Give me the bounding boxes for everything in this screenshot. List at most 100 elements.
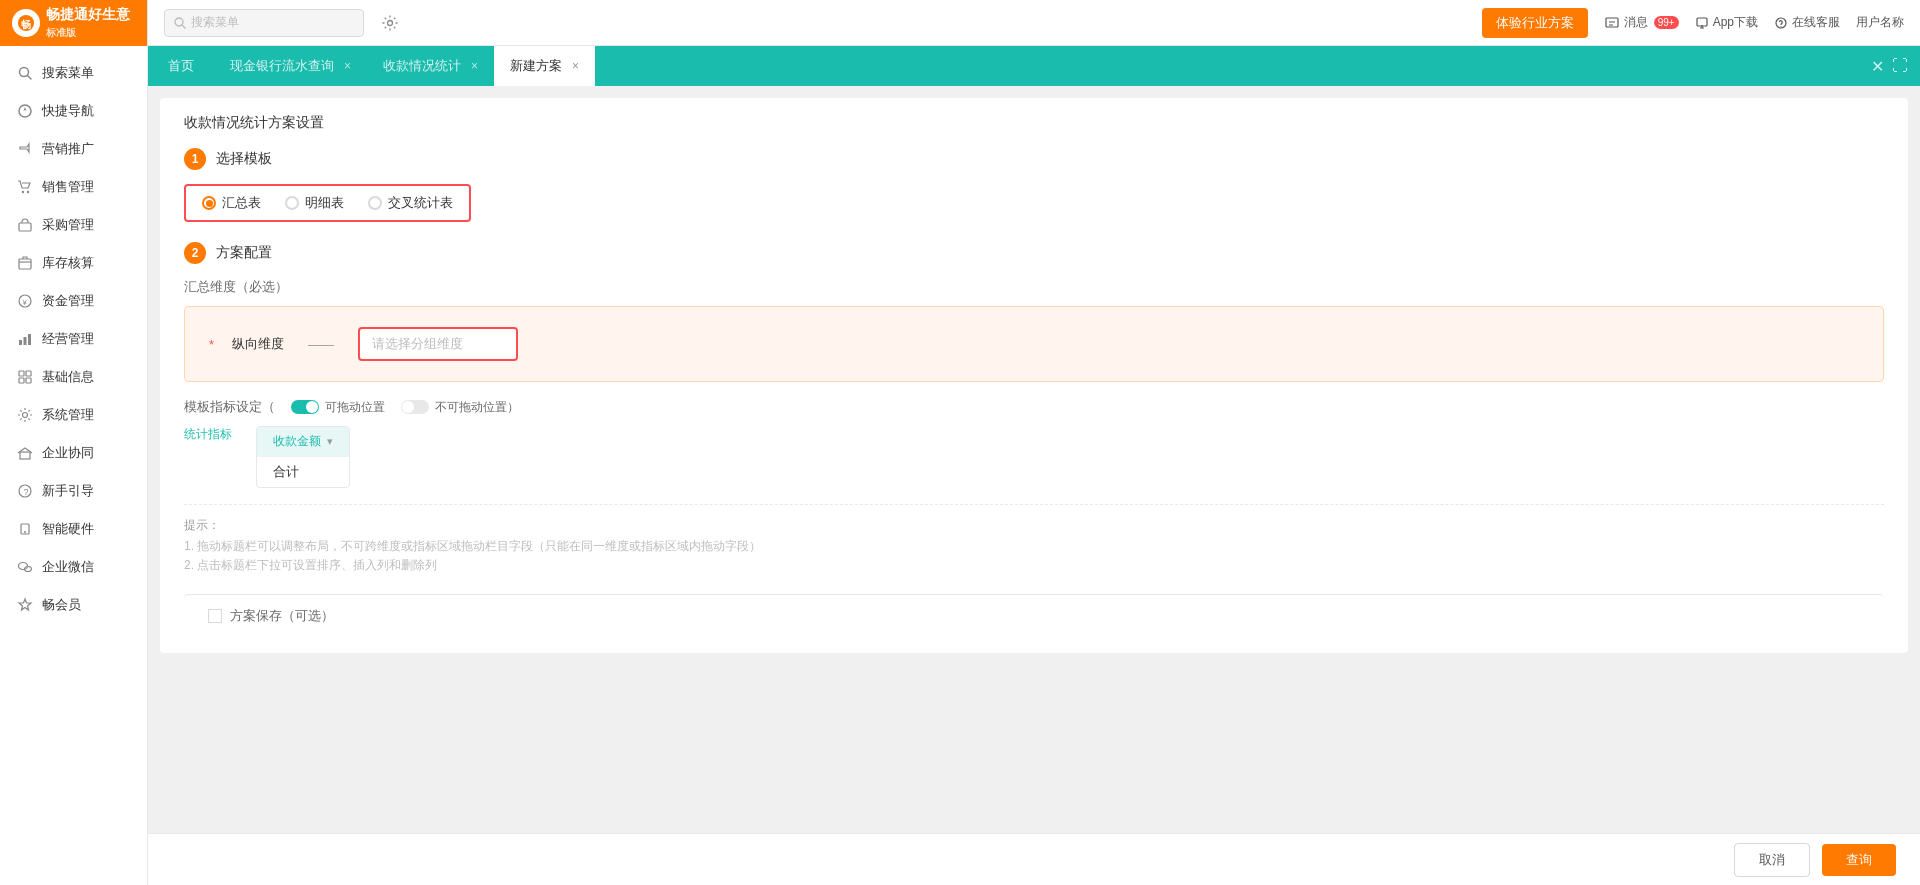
query-button[interactable]: 查询	[1822, 844, 1896, 876]
cancel-button[interactable]: 取消	[1734, 843, 1810, 877]
movable-toggle-pill[interactable]	[291, 400, 319, 414]
hint-title: 提示：	[184, 517, 1884, 534]
settings-button[interactable]	[380, 13, 400, 33]
svg-point-6	[22, 191, 24, 193]
svg-text:?: ?	[24, 487, 29, 497]
sidebar-item-inventory[interactable]: 库存核算	[0, 244, 147, 282]
header-actions: 体验行业方案 消息 99+ App下载 在线客服 用户名称	[1482, 8, 1904, 38]
sidebar: 畅 畅捷通好生意 标准版 搜索菜单 快捷导航 营销推广	[0, 0, 148, 885]
sidebar-item-label: 智能硬件	[42, 520, 94, 538]
metrics-table-area: 统计指标 收款金额 ▾ 合计	[184, 426, 1884, 488]
sidebar-item-enterprise[interactable]: 企业协同	[0, 434, 147, 472]
sidebar-item-label: 经营管理	[42, 330, 94, 348]
sidebar-item-system[interactable]: 系统管理	[0, 396, 147, 434]
sidebar-item-label: 系统管理	[42, 406, 94, 424]
tab-cash-flow[interactable]: 现金银行流水查询 ×	[214, 46, 367, 86]
step2-section: 2 方案配置 汇总维度（必选） * 纵向维度 —— 请选择分组维度	[184, 242, 1884, 574]
tabs-close-all-icon[interactable]: ✕	[1871, 57, 1884, 76]
sidebar-item-label: 畅会员	[42, 596, 81, 614]
chart-icon	[16, 330, 34, 348]
step1-number: 1	[184, 148, 206, 170]
radio-summary[interactable]: 汇总表	[202, 194, 261, 212]
sidebar-item-operation[interactable]: 经营管理	[0, 320, 147, 358]
support-label: 在线客服	[1792, 14, 1840, 31]
sidebar-item-member[interactable]: 畅会员	[0, 586, 147, 624]
message-button[interactable]: 消息 99+	[1604, 14, 1679, 31]
tab-receipt-stats[interactable]: 收款情况统计 ×	[367, 46, 494, 86]
search-bar[interactable]: 搜索菜单	[164, 9, 364, 37]
svg-rect-12	[19, 340, 22, 345]
tab-cash-flow-close[interactable]: ×	[344, 59, 351, 73]
metrics-header: 模板指标设定（ 可拖动位置 不可拖动位置）	[184, 398, 1884, 416]
search-icon	[16, 64, 34, 82]
svg-rect-32	[1697, 18, 1707, 26]
sidebar-item-guide[interactable]: ? 新手引导	[0, 472, 147, 510]
metrics-col-dropdown[interactable]: 收款金额 ▾	[273, 433, 333, 450]
svg-point-19	[23, 413, 28, 418]
svg-marker-5	[24, 107, 27, 111]
sidebar-item-purchase[interactable]: 采购管理	[0, 206, 147, 244]
tab-home[interactable]: 首页	[148, 46, 214, 86]
sidebar-item-hardware[interactable]: 智能硬件	[0, 510, 147, 548]
sidebar-item-label: 采购管理	[42, 216, 94, 234]
radio-cross-input[interactable]	[368, 196, 382, 210]
guide-icon: ?	[16, 482, 34, 500]
step1-title: 选择模板	[216, 150, 272, 168]
radio-detail-input[interactable]	[285, 196, 299, 210]
tab-home-label: 首页	[168, 57, 194, 75]
radio-summary-input[interactable]	[202, 196, 216, 210]
vertical-dim-label: 纵向维度	[232, 335, 284, 353]
metrics-table: 收款金额 ▾ 合计	[256, 426, 350, 488]
content-area: 收款情况统计方案设置 1 选择模板 汇总表	[148, 86, 1920, 833]
user-name[interactable]: 用户名称	[1856, 14, 1904, 31]
svg-rect-17	[19, 378, 24, 383]
metrics-row-label: 合计	[257, 457, 337, 487]
dimension-area: * 纵向维度 —— 请选择分组维度	[184, 306, 1884, 382]
download-button[interactable]: App下载	[1695, 14, 1758, 31]
radio-cross[interactable]: 交叉统计表	[368, 194, 453, 212]
template-options: 汇总表 明细表 交叉统计表	[184, 184, 471, 222]
radio-detail[interactable]: 明细表	[285, 194, 344, 212]
sidebar-item-label: 企业协同	[42, 444, 94, 462]
sidebar-item-label: 搜索菜单	[42, 64, 94, 82]
tab-new-plan[interactable]: 新建方案 ×	[494, 46, 595, 86]
immovable-toggle-pill[interactable]	[401, 400, 429, 414]
sidebar-item-search[interactable]: 搜索菜单	[0, 54, 147, 92]
sidebar-item-label: 新手引导	[42, 482, 94, 500]
save-checkbox[interactable]	[208, 609, 222, 623]
page-title: 收款情况统计方案设置	[184, 114, 1884, 132]
bag-icon	[16, 216, 34, 234]
download-label: App下载	[1713, 14, 1758, 31]
tabs-expand-icon[interactable]: ⛶	[1892, 57, 1908, 75]
save-section: 方案保存（可选）	[184, 594, 1884, 637]
support-button[interactable]: 在线客服	[1774, 14, 1840, 31]
metrics-col-label: 收款金额	[273, 433, 321, 450]
sidebar-item-quick-nav[interactable]: 快捷导航	[0, 92, 147, 130]
box-icon	[16, 254, 34, 272]
member-icon	[16, 596, 34, 614]
tab-new-plan-close[interactable]: ×	[572, 59, 579, 73]
dollar-icon: ¥	[16, 292, 34, 310]
radio-summary-dot	[206, 200, 213, 207]
app-version: 标准版	[46, 26, 130, 40]
svg-line-29	[182, 25, 186, 29]
sidebar-item-marketing[interactable]: 营销推广	[0, 130, 147, 168]
dropdown-arrow-icon: ▾	[327, 435, 333, 448]
step2-header: 2 方案配置	[184, 242, 1884, 264]
svg-rect-18	[26, 378, 31, 383]
metrics-row-total: 合计	[257, 456, 349, 487]
sidebar-item-sales[interactable]: 销售管理	[0, 168, 147, 206]
sidebar-item-finance[interactable]: ¥ 资金管理	[0, 282, 147, 320]
search-icon	[173, 16, 187, 30]
support-icon	[1774, 16, 1788, 30]
tab-receipt-stats-close[interactable]: ×	[471, 59, 478, 73]
sidebar-item-basic-info[interactable]: 基础信息	[0, 358, 147, 396]
dimension-placeholder: 请选择分组维度	[372, 336, 463, 351]
dimension-select[interactable]: 请选择分组维度	[358, 327, 518, 361]
step1-header: 1 选择模板	[184, 148, 1884, 170]
svg-rect-13	[24, 337, 27, 345]
trial-button[interactable]: 体验行业方案	[1482, 8, 1588, 38]
summary-dim-label: 汇总维度（必选）	[184, 278, 1884, 296]
enterprise-icon	[16, 444, 34, 462]
sidebar-item-wechat[interactable]: 企业微信	[0, 548, 147, 586]
